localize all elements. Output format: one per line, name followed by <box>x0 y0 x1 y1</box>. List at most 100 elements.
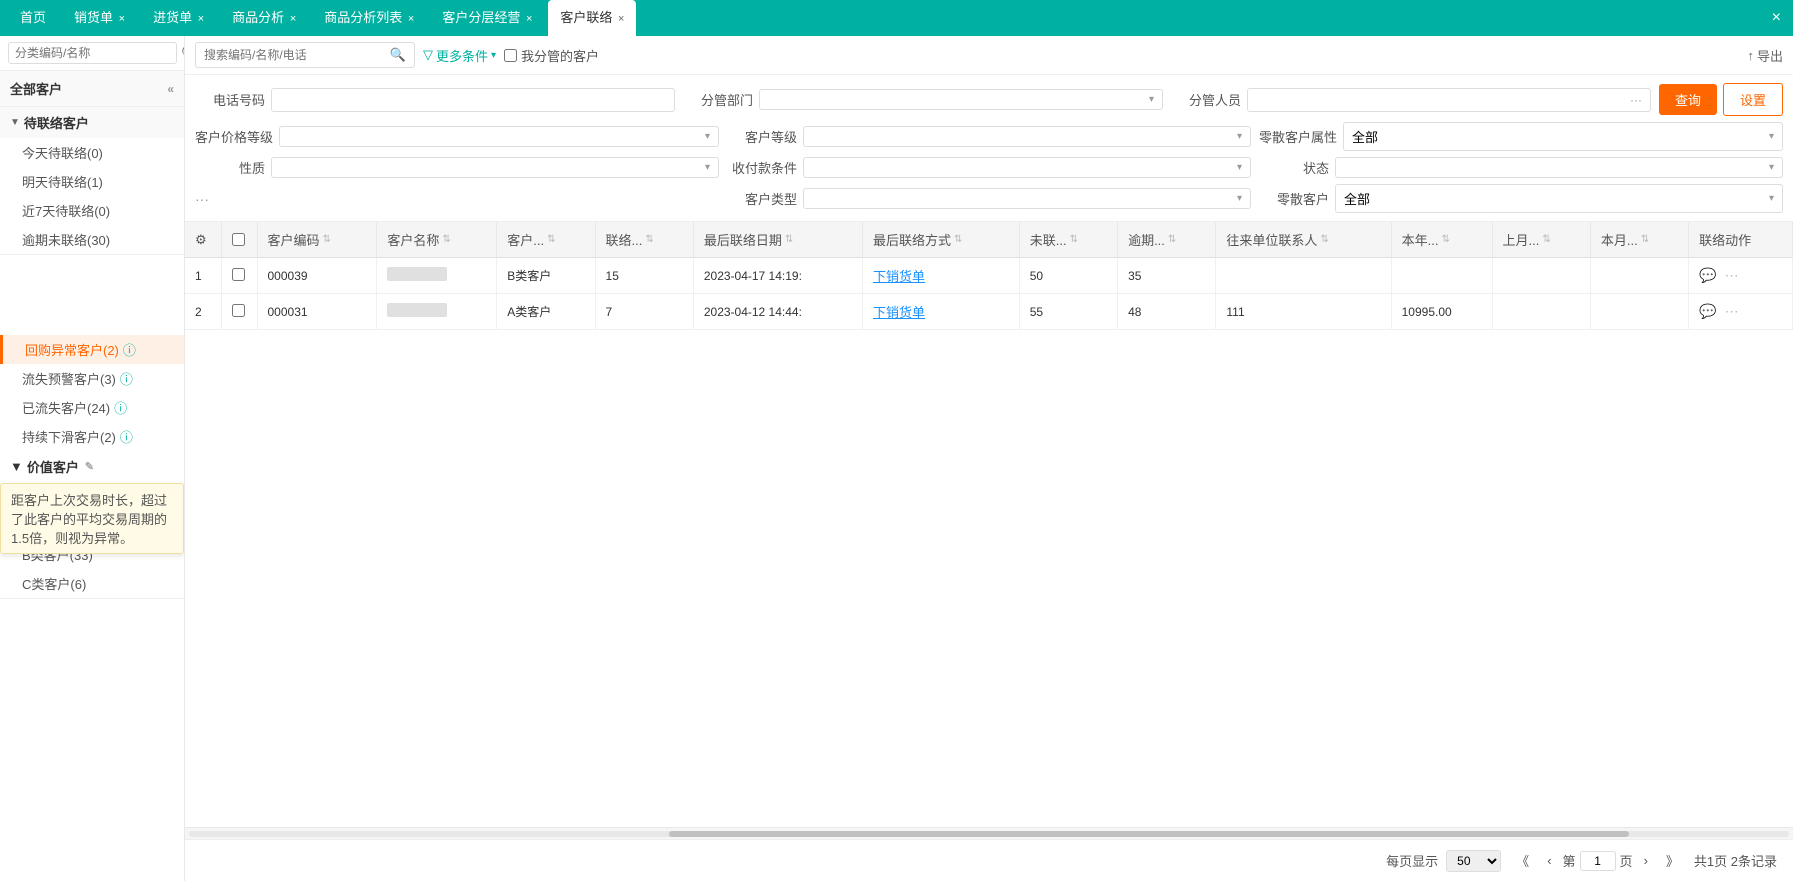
action-icons-1: 💬 ⋯ <box>1699 267 1782 284</box>
data-table: ⚙ 客户编码⇅ 客户名称⇅ 客户...⇅ <box>185 222 1793 330</box>
tab-customer-tier-close[interactable]: × <box>526 13 532 25</box>
sidebar-item-churned[interactable]: 已流失客户(24) ⓘ <box>0 393 184 422</box>
contact-icon-1[interactable]: 💬 <box>1699 267 1716 284</box>
th-type[interactable]: 客户...⇅ <box>497 222 595 258</box>
th-last-method[interactable]: 最后联络方式⇅ <box>862 222 1019 258</box>
set-button[interactable]: 设置 <box>1723 83 1783 116</box>
filter-dept: 分管部门 ▾ <box>683 89 1163 110</box>
sidebar-group-pending-title[interactable]: ▼ 待联络客户 <box>0 107 184 138</box>
th-last-month[interactable]: 上月...⇅ <box>1492 222 1590 258</box>
person-select[interactable]: ··· <box>1247 88 1651 112</box>
tab-customer-tier[interactable]: 客户分层经营 × <box>430 0 544 36</box>
th-settings[interactable]: ⚙ <box>185 222 221 258</box>
customer-type-select[interactable]: ▾ <box>803 188 1251 209</box>
th-name[interactable]: 客户名称⇅ <box>377 222 497 258</box>
sidebar-item-7days[interactable]: 近7天待联络(0) <box>0 196 184 225</box>
th-last-date[interactable]: 最后联络日期⇅ <box>693 222 862 258</box>
prev-page-btn[interactable]: ‹ <box>1540 850 1558 871</box>
sidebar-value-customer-title[interactable]: ▼ 价值客户 ✎ <box>0 451 184 482</box>
retail-customer-select[interactable]: 全部 ▾ <box>1335 184 1783 213</box>
next-page-btn[interactable]: › <box>1637 850 1655 871</box>
method-link-2[interactable]: 下销货单 <box>873 305 925 320</box>
customer-level-select[interactable]: ▾ <box>803 126 1251 147</box>
tab-analysis[interactable]: 商品分析 × <box>220 0 308 36</box>
hscroll-bar[interactable] <box>185 827 1793 839</box>
dept-select[interactable]: ▾ <box>759 89 1163 110</box>
tab-home[interactable]: 首页 <box>8 0 58 36</box>
th-this-year[interactable]: 本年...⇅ <box>1391 222 1492 258</box>
first-page-btn[interactable]: 《 <box>1509 848 1536 873</box>
my-customers-check[interactable] <box>504 49 517 62</box>
close-all-button[interactable]: × <box>1768 5 1785 31</box>
td-last-method-1[interactable]: 下销货单 <box>862 258 1019 294</box>
price-level-label: 客户价格等级 <box>195 127 273 146</box>
td-partner-1 <box>1216 258 1391 294</box>
row-2-checkbox[interactable] <box>232 304 245 317</box>
sidebar-item-overdue[interactable]: 逾期未联络(30) <box>0 225 184 254</box>
method-link-1[interactable]: 下销货单 <box>873 269 925 284</box>
price-level-select[interactable]: ▾ <box>279 126 719 147</box>
more-icon-1[interactable]: ⋯ <box>1725 267 1739 284</box>
tab-purchase[interactable]: 进货单 × <box>141 0 216 36</box>
status-select[interactable]: ▾ <box>1335 157 1783 178</box>
td-checkbox-2[interactable] <box>221 294 257 330</box>
td-checkbox-1[interactable] <box>221 258 257 294</box>
filter-more-btn[interactable]: ▽ 更多条件 ▾ <box>423 46 496 65</box>
th-checkbox[interactable] <box>221 222 257 258</box>
th-partner[interactable]: 往来单位联系人⇅ <box>1216 222 1391 258</box>
tab-analysis-list[interactable]: 商品分析列表 × <box>312 0 426 36</box>
sidebar-item-declining[interactable]: 持续下滑客户(2) ⓘ <box>0 422 184 451</box>
chevron-down-icon: ▾ <box>491 50 496 61</box>
select-all-checkbox[interactable] <box>232 233 245 246</box>
row-1-checkbox[interactable] <box>232 268 245 281</box>
th-no-contact[interactable]: 未联...⇅ <box>1019 222 1117 258</box>
per-page-select[interactable]: 20 50 100 <box>1446 850 1501 872</box>
name-blur-1 <box>387 267 447 281</box>
th-contact-count[interactable]: 联络...⇅ <box>595 222 693 258</box>
query-button[interactable]: 查询 <box>1659 84 1717 115</box>
more-icon-2[interactable]: ⋯ <box>1725 303 1739 320</box>
sidebar-item-churn-warning[interactable]: 流失预警客户(3) ⓘ <box>0 364 184 393</box>
th-action[interactable]: 联络动作 <box>1689 222 1793 258</box>
page-input[interactable] <box>1580 851 1616 871</box>
sidebar-item-tomorrow[interactable]: 明天待联络(1) <box>0 167 184 196</box>
filter-search-input[interactable] <box>204 48 390 62</box>
payment-select[interactable]: ▾ <box>803 157 1251 178</box>
tab-sales-close[interactable]: × <box>119 13 125 25</box>
contact-icon-2[interactable]: 💬 <box>1699 303 1716 320</box>
sidebar-item-class-c[interactable]: C类客户(6) <box>0 569 184 598</box>
filter-customer-level: 客户等级 ▾ <box>727 126 1251 147</box>
tab-analysis-list-close[interactable]: × <box>408 13 414 25</box>
tab-analysis-close[interactable]: × <box>290 13 296 25</box>
tab-customer-contact[interactable]: 客户联络 × <box>548 0 636 36</box>
tooltip-text: 距客户上次交易时长，超过了此客户的平均交易周期的1.5倍，则视为异常。 <box>11 493 167 546</box>
sidebar-collapse-btn[interactable]: « <box>167 82 174 96</box>
filter-dots-cell: ··· <box>195 191 719 207</box>
sidebar-all-customers-header[interactable]: 全部客户 « <box>0 71 184 107</box>
tab-sales[interactable]: 销货单 × <box>62 0 137 36</box>
filter-dots[interactable]: ··· <box>195 191 209 207</box>
th-overdue[interactable]: 逾期...⇅ <box>1118 222 1216 258</box>
gender-select[interactable]: ▾ <box>271 157 719 178</box>
th-this-month[interactable]: 本月...⇅ <box>1590 222 1688 258</box>
export-btn[interactable]: ↑ 导出 <box>1747 46 1783 65</box>
phone-input[interactable] <box>271 88 675 112</box>
td-partner-2: 111 <box>1216 294 1391 330</box>
tab-customer-contact-close[interactable]: × <box>618 13 624 25</box>
tab-purchase-close[interactable]: × <box>198 13 204 25</box>
sidebar-item-today[interactable]: 今天待联络(0) <box>0 138 184 167</box>
retail-attr-select[interactable]: 全部 ▾ <box>1343 122 1783 151</box>
sidebar-item-repurchase-abnormal[interactable]: 回购异常客户(2) ⓘ <box>0 335 184 364</box>
last-page-btn[interactable]: 》 <box>1659 848 1686 873</box>
person-dots-icon[interactable]: ··· <box>1630 93 1642 107</box>
sidebar-search-input[interactable] <box>8 42 177 64</box>
hscroll-thumb[interactable] <box>669 831 1629 837</box>
filter-search-icon[interactable]: 🔍 <box>390 47 406 63</box>
retail-attr-label: 零散客户属性 <box>1259 127 1337 146</box>
sidebar-all-customers-label: 全部客户 <box>10 79 62 98</box>
my-customers-checkbox[interactable]: 我分管的客户 <box>504 46 599 65</box>
td-overdue-2: 48 <box>1118 294 1216 330</box>
edit-icon[interactable]: ✎ <box>85 460 94 473</box>
th-code[interactable]: 客户编码⇅ <box>257 222 377 258</box>
td-last-method-2[interactable]: 下销货单 <box>862 294 1019 330</box>
